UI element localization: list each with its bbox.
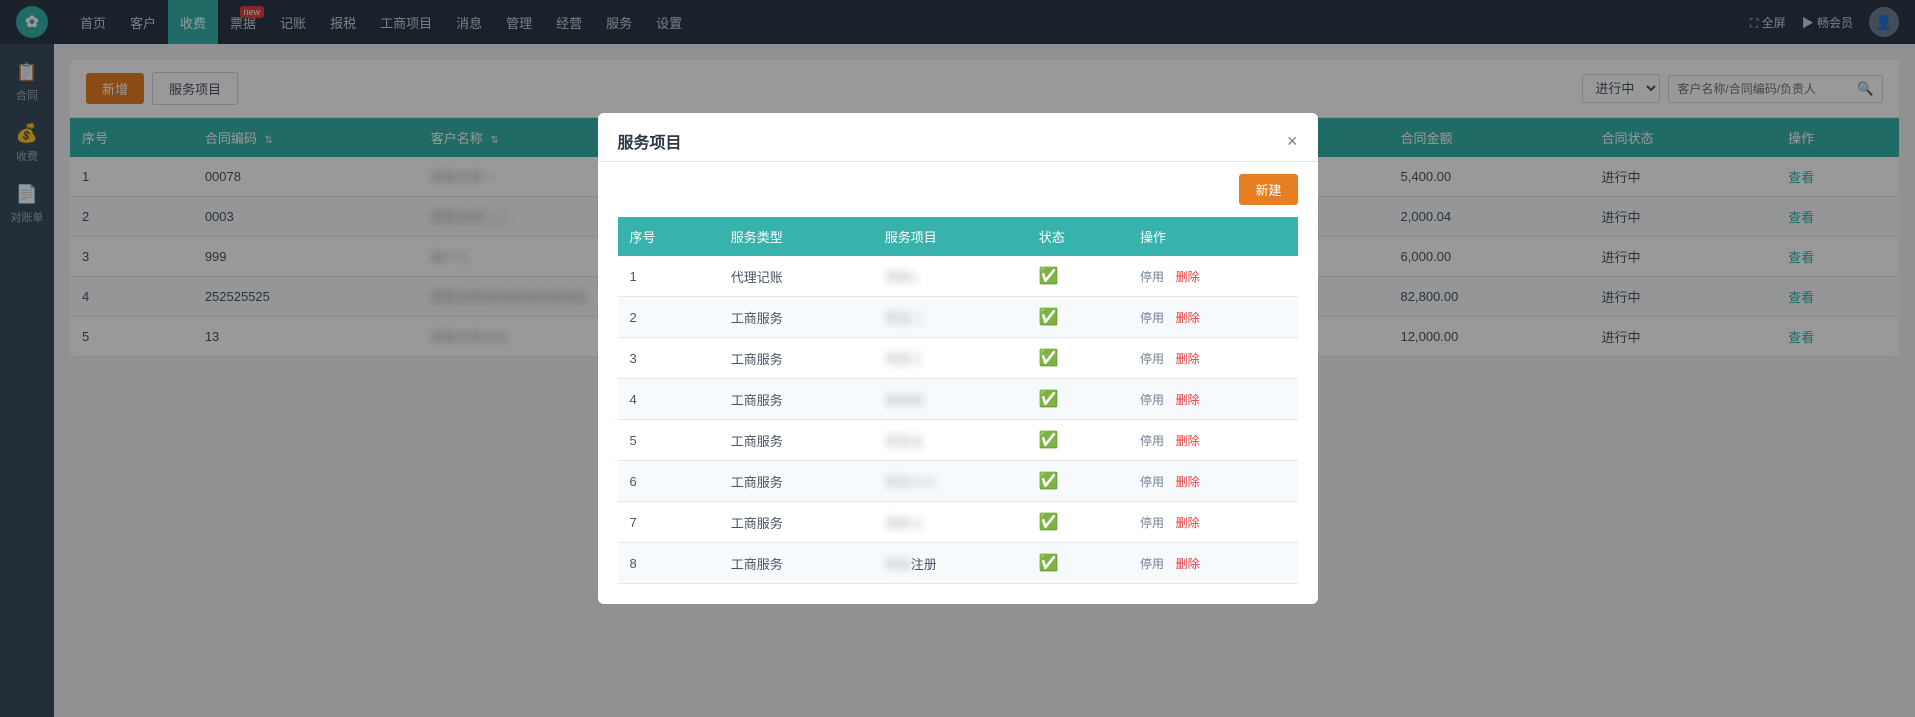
modal-type: 工商服务 [719,502,873,543]
disable-button[interactable]: 停用 [1140,268,1164,285]
modal-ops: 停用 删除 [1128,338,1297,379]
modal-table-wrap: 序号 服务类型 服务项目 状态 操作 1 代理记账 项目1 ✅ 停用 [598,217,1318,604]
modal-type: 工商服务 [719,379,873,420]
disable-button[interactable]: 停用 [1140,350,1164,367]
modal-type: 工商服务 [719,461,873,502]
modal-ops: 停用 删除 [1128,420,1297,461]
modal-col-status: 状态 [1027,217,1128,256]
list-item: 3 工商服务 项目三 ✅ 停用 删除 [618,338,1298,379]
modal-type: 工商服务 [719,297,873,338]
modal-table-header: 序号 服务类型 服务项目 状态 操作 [618,217,1298,256]
active-icon: ✅ [1039,514,1059,531]
modal-type: 工商服务 [719,420,873,461]
list-item: 5 工商服务 项目五 ✅ 停用 删除 [618,420,1298,461]
modal-ops: 停用 删除 [1128,461,1297,502]
modal-col-type: 服务类型 [719,217,873,256]
active-icon: ✅ [1039,350,1059,367]
active-icon: ✅ [1039,555,1059,572]
modal-seq: 6 [618,461,719,502]
service-item-modal: 服务项目 × 新建 序号 服务类型 服务项目 状态 操作 [598,113,1318,604]
modal-seq: 8 [618,543,719,584]
modal-col-seq: 序号 [618,217,719,256]
modal-item: 项目七 [873,502,1027,543]
modal-overlay[interactable]: 服务项目 × 新建 序号 服务类型 服务项目 状态 操作 [0,0,1915,717]
modal-status: ✅ [1027,461,1128,502]
delete-button[interactable]: 删除 [1176,555,1200,572]
modal-item: 项目四 [873,379,1027,420]
delete-button[interactable]: 删除 [1176,473,1200,490]
modal-close-button[interactable]: × [1287,131,1298,152]
delete-button[interactable]: 删除 [1176,309,1200,326]
modal-col-action: 操作 [1128,217,1297,256]
disable-button[interactable]: 停用 [1140,309,1164,326]
modal-type: 代理记账 [719,256,873,297]
disable-button[interactable]: 停用 [1140,555,1164,572]
modal-status: ✅ [1027,502,1128,543]
modal-seq: 7 [618,502,719,543]
modal-status: ✅ [1027,379,1128,420]
list-item: 8 工商服务 项目注册 ✅ 停用 删除 [618,543,1298,584]
active-icon: ✅ [1039,268,1059,285]
modal-seq: 5 [618,420,719,461]
modal-ops: 停用 删除 [1128,502,1297,543]
modal-type: 工商服务 [719,543,873,584]
disable-button[interactable]: 停用 [1140,514,1164,531]
disable-button[interactable]: 停用 [1140,391,1164,408]
delete-button[interactable]: 删除 [1176,514,1200,531]
modal-new-button[interactable]: 新建 [1239,174,1297,205]
modal-seq: 1 [618,256,719,297]
modal-item: 项目五 [873,420,1027,461]
modal-title: 服务项目 [618,129,682,153]
modal-ops: 停用 删除 [1128,543,1297,584]
modal-status: ✅ [1027,420,1128,461]
delete-button[interactable]: 删除 [1176,350,1200,367]
list-item: 2 工商服务 项目二 ✅ 停用 删除 [618,297,1298,338]
disable-button[interactable]: 停用 [1140,473,1164,490]
delete-button[interactable]: 删除 [1176,268,1200,285]
modal-item: 项目三 [873,338,1027,379]
list-item: 7 工商服务 项目七 ✅ 停用 删除 [618,502,1298,543]
modal-seq: 3 [618,338,719,379]
active-icon: ✅ [1039,309,1059,326]
modal-type: 工商服务 [719,338,873,379]
active-icon: ✅ [1039,432,1059,449]
active-icon: ✅ [1039,473,1059,490]
modal-item: 项目六六 [873,461,1027,502]
modal-service-table: 序号 服务类型 服务项目 状态 操作 1 代理记账 项目1 ✅ 停用 [618,217,1298,584]
modal-item: 项目注册 [873,543,1027,584]
modal-col-item: 服务项目 [873,217,1027,256]
list-item: 4 工商服务 项目四 ✅ 停用 删除 [618,379,1298,420]
modal-status: ✅ [1027,338,1128,379]
modal-status: ✅ [1027,256,1128,297]
modal-seq: 4 [618,379,719,420]
modal-ops: 停用 删除 [1128,379,1297,420]
modal-seq: 2 [618,297,719,338]
modal-item: 项目二 [873,297,1027,338]
modal-status: ✅ [1027,543,1128,584]
delete-button[interactable]: 删除 [1176,432,1200,449]
list-item: 1 代理记账 项目1 ✅ 停用 删除 [618,256,1298,297]
modal-item: 项目1 [873,256,1027,297]
modal-status: ✅ [1027,297,1128,338]
active-icon: ✅ [1039,391,1059,408]
modal-ops: 停用 删除 [1128,297,1297,338]
modal-table-body: 1 代理记账 项目1 ✅ 停用 删除 2 工商服务 项目二 ✅ [618,256,1298,584]
modal-ops: 停用 删除 [1128,256,1297,297]
disable-button[interactable]: 停用 [1140,432,1164,449]
modal-header: 服务项目 × [598,113,1318,162]
delete-button[interactable]: 删除 [1176,391,1200,408]
modal-toolbar: 新建 [598,162,1318,217]
list-item: 6 工商服务 项目六六 ✅ 停用 删除 [618,461,1298,502]
